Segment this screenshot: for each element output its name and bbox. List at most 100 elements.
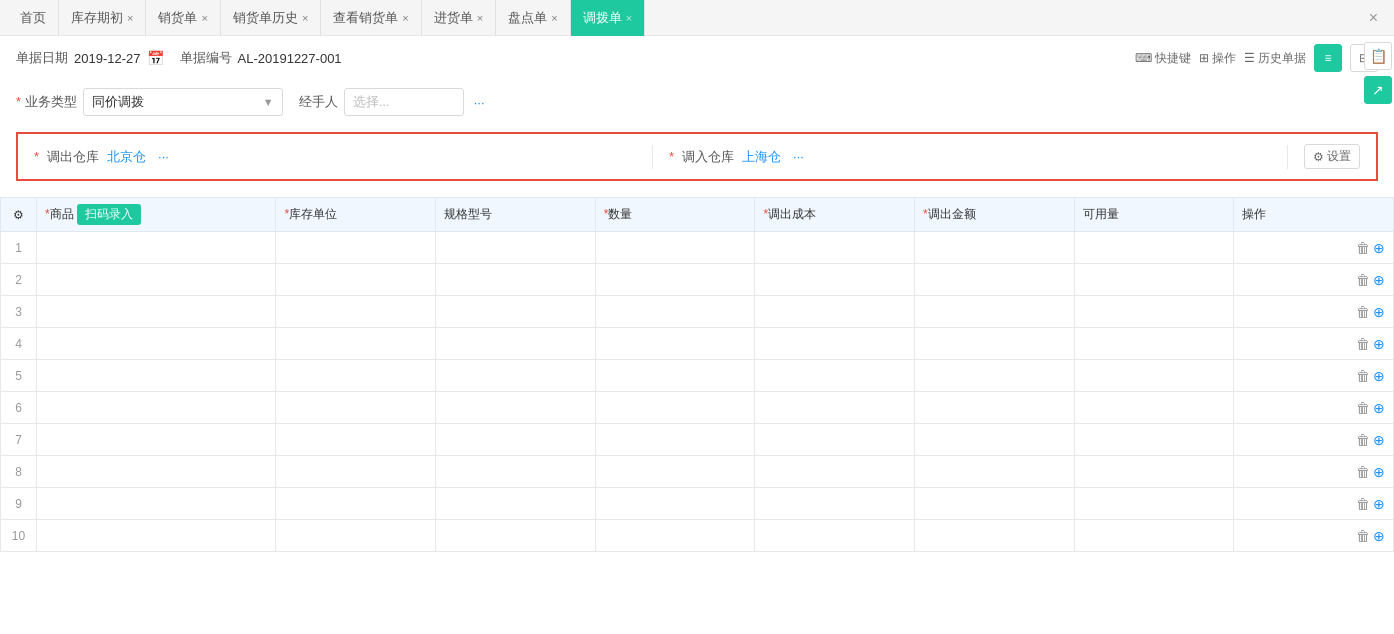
cost-cell[interactable] <box>755 456 915 488</box>
available-cell[interactable] <box>1074 264 1234 296</box>
cost-cell[interactable] <box>755 392 915 424</box>
product-cell[interactable] <box>37 456 276 488</box>
delete-icon[interactable]: 🗑 <box>1356 432 1370 448</box>
amount-cell[interactable] <box>915 488 1075 520</box>
close-icon[interactable]: × <box>302 12 308 24</box>
qty-cell[interactable] <box>595 488 755 520</box>
delete-icon[interactable]: 🗑 <box>1356 368 1370 384</box>
delete-icon[interactable]: 🗑 <box>1356 336 1370 352</box>
copy-icon[interactable]: ⊕ <box>1373 528 1385 544</box>
tab-home[interactable]: 首页 <box>8 0 59 36</box>
person-more-button[interactable]: ··· <box>470 95 489 110</box>
warehouse-in-more-button[interactable]: ··· <box>789 149 808 164</box>
product-cell[interactable] <box>37 232 276 264</box>
unit-cell[interactable] <box>276 392 436 424</box>
expand-button[interactable]: ↗ <box>1364 76 1392 104</box>
available-cell[interactable] <box>1074 456 1234 488</box>
copy-icon[interactable]: ⊕ <box>1373 336 1385 352</box>
amount-cell[interactable] <box>915 232 1075 264</box>
copy-icon[interactable]: ⊕ <box>1373 464 1385 480</box>
available-cell[interactable] <box>1074 520 1234 552</box>
delete-icon[interactable]: 🗑 <box>1356 400 1370 416</box>
amount-cell[interactable] <box>915 296 1075 328</box>
qty-cell[interactable] <box>595 360 755 392</box>
copy-icon[interactable]: ⊕ <box>1373 240 1385 256</box>
close-icon[interactable]: × <box>551 12 557 24</box>
tab-view-sales[interactable]: 查看销货单 × <box>321 0 421 36</box>
product-cell[interactable] <box>37 520 276 552</box>
calendar-icon[interactable]: 📅 <box>147 50 164 66</box>
person-select[interactable]: 选择... <box>344 88 464 116</box>
spec-cell[interactable] <box>436 520 596 552</box>
unit-cell[interactable] <box>276 424 436 456</box>
settings-button[interactable]: ⚙ 设置 <box>1304 144 1360 169</box>
delete-icon[interactable]: 🗑 <box>1356 496 1370 512</box>
delete-icon[interactable]: 🗑 <box>1356 528 1370 544</box>
tab-purchase-order[interactable]: 进货单 × <box>422 0 496 36</box>
business-type-select[interactable]: 同价调拨 ▼ <box>83 88 283 116</box>
tab-sales-order[interactable]: 销货单 × <box>146 0 220 36</box>
qty-cell[interactable] <box>595 328 755 360</box>
spec-cell[interactable] <box>436 360 596 392</box>
unit-cell[interactable] <box>276 456 436 488</box>
unit-cell[interactable] <box>276 232 436 264</box>
available-cell[interactable] <box>1074 424 1234 456</box>
tab-transfer[interactable]: 调拨单 × <box>571 0 645 36</box>
warehouse-out-more-button[interactable]: ··· <box>154 149 173 164</box>
cost-cell[interactable] <box>755 232 915 264</box>
spec-cell[interactable] <box>436 456 596 488</box>
amount-cell[interactable] <box>915 424 1075 456</box>
unit-cell[interactable] <box>276 296 436 328</box>
amount-cell[interactable] <box>915 520 1075 552</box>
amount-cell[interactable] <box>915 264 1075 296</box>
unit-cell[interactable] <box>276 264 436 296</box>
product-cell[interactable] <box>37 392 276 424</box>
unit-cell[interactable] <box>276 520 436 552</box>
available-cell[interactable] <box>1074 360 1234 392</box>
close-icon[interactable]: × <box>626 12 632 24</box>
product-cell[interactable] <box>37 488 276 520</box>
delete-icon[interactable]: 🗑 <box>1356 304 1370 320</box>
notes-button[interactable]: 📋 <box>1364 42 1392 70</box>
close-icon[interactable]: × <box>402 12 408 24</box>
delete-icon[interactable]: 🗑 <box>1356 240 1370 256</box>
close-icon[interactable]: × <box>201 12 207 24</box>
available-cell[interactable] <box>1074 296 1234 328</box>
amount-cell[interactable] <box>915 456 1075 488</box>
scan-button[interactable]: 扫码录入 <box>77 204 141 225</box>
copy-icon[interactable]: ⊕ <box>1373 368 1385 384</box>
col-settings[interactable]: ⚙ <box>1 198 37 232</box>
product-cell[interactable] <box>37 264 276 296</box>
layout-btn-1[interactable]: ≡ <box>1314 44 1342 72</box>
spec-cell[interactable] <box>436 296 596 328</box>
copy-icon[interactable]: ⊕ <box>1373 496 1385 512</box>
close-icon[interactable]: × <box>127 12 133 24</box>
unit-cell[interactable] <box>276 488 436 520</box>
amount-cell[interactable] <box>915 392 1075 424</box>
qty-cell[interactable] <box>595 296 755 328</box>
delete-icon[interactable]: 🗑 <box>1356 272 1370 288</box>
qty-cell[interactable] <box>595 264 755 296</box>
tab-inventory[interactable]: 盘点单 × <box>496 0 570 36</box>
spec-cell[interactable] <box>436 392 596 424</box>
qty-cell[interactable] <box>595 232 755 264</box>
spec-cell[interactable] <box>436 488 596 520</box>
cost-cell[interactable] <box>755 264 915 296</box>
available-cell[interactable] <box>1074 232 1234 264</box>
spec-cell[interactable] <box>436 232 596 264</box>
history-button[interactable]: ☰ 历史单据 <box>1244 50 1306 67</box>
close-icon[interactable]: × <box>477 12 483 24</box>
spec-cell[interactable] <box>436 424 596 456</box>
product-cell[interactable] <box>37 360 276 392</box>
amount-cell[interactable] <box>915 360 1075 392</box>
qty-cell[interactable] <box>595 456 755 488</box>
spec-cell[interactable] <box>436 264 596 296</box>
copy-icon[interactable]: ⊕ <box>1373 304 1385 320</box>
tab-inventory-init[interactable]: 库存期初 × <box>59 0 146 36</box>
cost-cell[interactable] <box>755 296 915 328</box>
cost-cell[interactable] <box>755 328 915 360</box>
cost-cell[interactable] <box>755 360 915 392</box>
shortcuts-button[interactable]: ⌨ 快捷键 <box>1135 50 1191 67</box>
copy-icon[interactable]: ⊕ <box>1373 272 1385 288</box>
product-cell[interactable] <box>37 328 276 360</box>
